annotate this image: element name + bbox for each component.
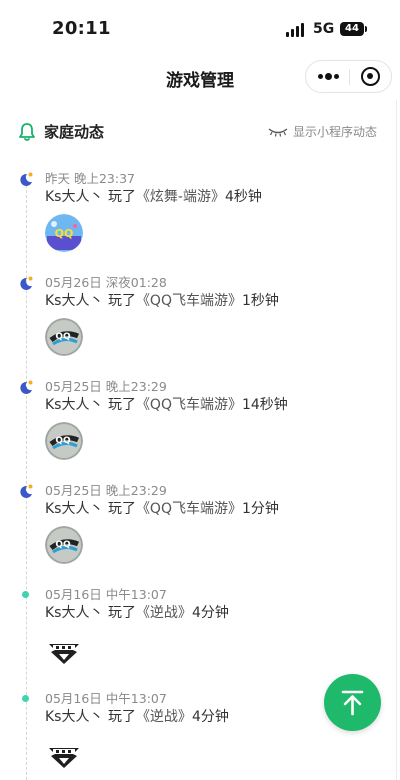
entry-user: Ks大人丶 [45, 189, 104, 205]
day-dot-icon [18, 691, 34, 707]
entry-game: 《逆战》 [135, 709, 192, 725]
mini-program-capsule [305, 60, 392, 93]
game-thumbnail[interactable] [45, 734, 83, 772]
entry-verb: 玩了 [107, 189, 136, 205]
bell-icon [19, 123, 35, 141]
entry-duration: 4秒钟 [225, 189, 262, 205]
target-icon[interactable] [361, 67, 380, 86]
entry-game: 《逆战》 [135, 605, 192, 621]
game-thumbnail[interactable]: QQ [45, 318, 83, 356]
entry-user: Ks大人丶 [45, 397, 104, 413]
entry-game: 《QQ飞车端游》 [135, 501, 242, 517]
status-time: 20:11 [52, 18, 111, 39]
signal-icon [286, 23, 308, 37]
family-activity-header: 家庭动态 显示小程序动态 [0, 118, 400, 146]
entry-game: 《QQ飞车端游》 [135, 397, 242, 413]
entry-verb: 玩了 [107, 501, 136, 517]
entry-text: Ks大人丶 玩了《QQ飞车端游》1分钟 [45, 498, 279, 518]
svg-text:QQ: QQ [55, 227, 74, 240]
eye-closed-icon[interactable] [268, 127, 288, 137]
entry-text: Ks大人丶 玩了《QQ飞车端游》1秒钟 [45, 290, 279, 310]
entry-user: Ks大人丶 [45, 501, 104, 517]
entry-time: 05月25日 晚上23:29 [45, 379, 167, 394]
activity-entry: 05月25日 晚上23:29 Ks大人丶 玩了《QQ飞车端游》14秒钟 QQ [0, 374, 400, 464]
entry-time: 05月16日 中午13:07 [45, 587, 167, 602]
activity-entry: 05月16日 中午13:07 Ks大人丶 玩了《逆战》4分钟 [0, 582, 400, 672]
svg-text:QQ: QQ [55, 332, 71, 342]
entry-time: 05月25日 晚上23:29 [45, 483, 167, 498]
network-type: 5G [313, 21, 335, 37]
entry-time: 昨天 晚上23:37 [45, 171, 135, 186]
moon-icon [18, 379, 34, 395]
moon-icon [18, 171, 34, 187]
entry-text: Ks大人丶 玩了《QQ飞车端游》14秒钟 [45, 394, 288, 414]
game-thumbnail[interactable]: QQ [45, 526, 83, 564]
entry-game: 《QQ飞车端游》 [135, 293, 242, 309]
entry-duration: 1分钟 [241, 501, 279, 517]
back-to-top-icon [341, 690, 364, 716]
moon-icon [18, 483, 34, 499]
back-to-top-button[interactable] [324, 674, 381, 731]
entry-user: Ks大人丶 [45, 293, 104, 309]
scroll-edge [396, 100, 400, 780]
activity-entry: 05月26日 深夜01:28 Ks大人丶 玩了《QQ飞车端游》1秒钟 QQ [0, 270, 400, 360]
entry-user: Ks大人丶 [45, 605, 104, 621]
activity-entry: 昨天 晚上23:37 Ks大人丶 玩了《炫舞-端游》4秒钟 QQ [0, 166, 400, 256]
show-mini-program-toggle[interactable]: 显示小程序动态 [293, 123, 377, 140]
game-thumbnail[interactable]: QQ [45, 214, 83, 252]
entry-verb: 玩了 [107, 293, 136, 309]
more-dots-icon[interactable] [318, 73, 339, 80]
battery-icon: 44 [340, 22, 364, 36]
entry-duration: 4分钟 [191, 709, 229, 725]
capsule-divider [349, 69, 350, 85]
day-dot-icon [18, 587, 34, 603]
battery-level: 44 [345, 23, 359, 34]
entry-duration: 14秒钟 [241, 397, 288, 413]
entry-time: 05月26日 深夜01:28 [45, 275, 167, 290]
status-bar: 20:11 5G 44 [0, 0, 400, 58]
entry-verb: 玩了 [107, 709, 136, 725]
battery-cap [365, 26, 367, 32]
game-thumbnail[interactable]: QQ [45, 422, 83, 460]
activity-entry: 05月25日 晚上23:29 Ks大人丶 玩了《QQ飞车端游》1分钟 QQ [0, 478, 400, 568]
game-thumbnail[interactable] [45, 630, 83, 668]
entry-time: 05月16日 中午13:07 [45, 691, 167, 706]
entry-verb: 玩了 [107, 605, 136, 621]
entry-verb: 玩了 [107, 397, 136, 413]
svg-text:QQ: QQ [55, 436, 71, 446]
entry-text: Ks大人丶 玩了《炫舞-端游》4秒钟 [45, 186, 262, 206]
entry-game: 《炫舞-端游》 [135, 189, 225, 205]
entry-duration: 4分钟 [191, 605, 229, 621]
moon-icon [18, 275, 34, 291]
entry-text: Ks大人丶 玩了《逆战》4分钟 [45, 706, 229, 726]
section-title: 家庭动态 [44, 123, 105, 141]
entry-duration: 1秒钟 [241, 293, 279, 309]
svg-text:QQ: QQ [55, 540, 71, 550]
entry-user: Ks大人丶 [45, 709, 104, 725]
entry-text: Ks大人丶 玩了《逆战》4分钟 [45, 602, 229, 622]
